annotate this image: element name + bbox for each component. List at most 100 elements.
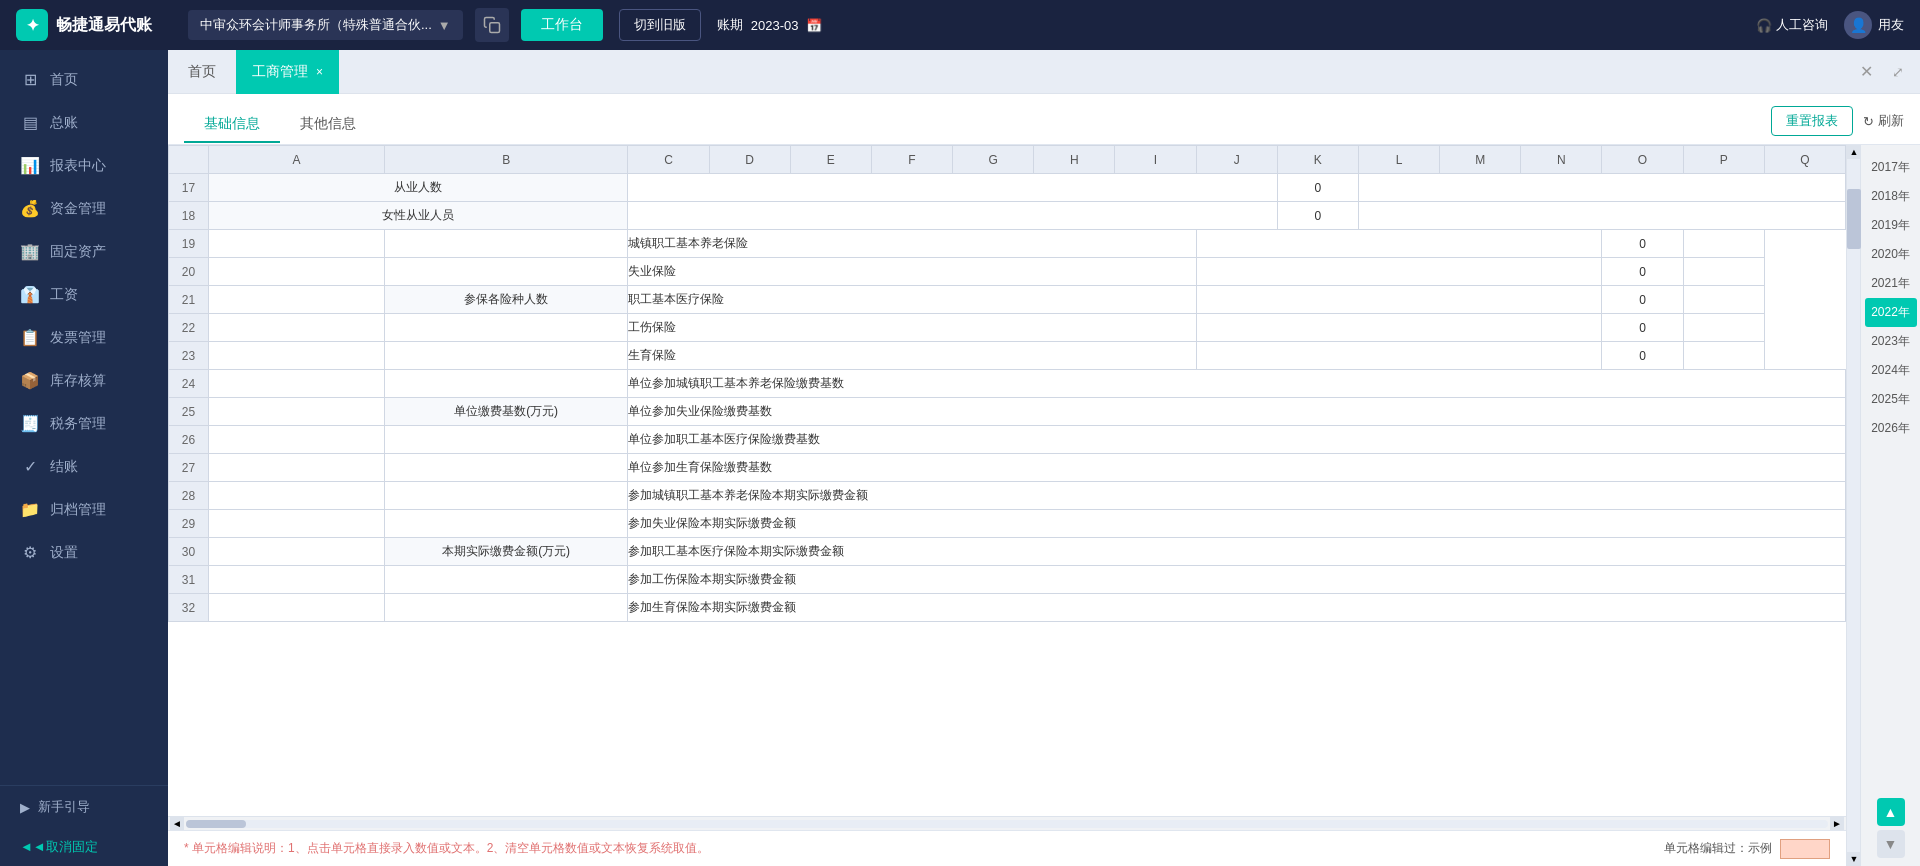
- sidebar-item-settle[interactable]: ✓结账: [0, 445, 168, 488]
- cell-row23-col1[interactable]: [384, 342, 628, 370]
- cell-row21-col0[interactable]: [209, 286, 385, 314]
- cell-row25-col0[interactable]: [209, 398, 385, 426]
- cell-row31-col1[interactable]: [384, 566, 628, 594]
- cell-row20-col5[interactable]: [1683, 258, 1764, 286]
- scroll-left-button[interactable]: ◄: [170, 817, 184, 831]
- cell-row19-col4[interactable]: 0: [1602, 230, 1683, 258]
- cell-row22-col1[interactable]: [384, 314, 628, 342]
- cell-row21-col5[interactable]: [1683, 286, 1764, 314]
- reset-report-button[interactable]: 重置报表: [1771, 106, 1853, 136]
- cell-row18-col1[interactable]: [628, 202, 1277, 230]
- cell-row20-col1[interactable]: [384, 258, 628, 286]
- cell-row30-col2[interactable]: 参加职工基本医疗保险本期实际缴费金额: [628, 538, 1846, 566]
- cell-row17-col1[interactable]: [628, 174, 1277, 202]
- cell-row23-col2[interactable]: 生育保险: [628, 342, 1196, 370]
- cell-row25-col2[interactable]: 单位参加失业保险缴费基数: [628, 398, 1846, 426]
- service-button[interactable]: 🎧 人工咨询: [1756, 16, 1828, 34]
- year-item-2022年[interactable]: 2022年: [1865, 298, 1917, 327]
- cell-row22-col0[interactable]: [209, 314, 385, 342]
- cell-row22-col5[interactable]: [1683, 314, 1764, 342]
- cell-row27-col1[interactable]: [384, 454, 628, 482]
- cell-row24-col2[interactable]: 单位参加城镇职工基本养老保险缴费基数: [628, 370, 1846, 398]
- copy-button[interactable]: [475, 8, 509, 42]
- cell-row23-col4[interactable]: 0: [1602, 342, 1683, 370]
- cell-row27-col2[interactable]: 单位参加生育保险缴费基数: [628, 454, 1846, 482]
- cell-row19-col2[interactable]: 城镇职工基本养老保险: [628, 230, 1196, 258]
- cell-row20-col0[interactable]: [209, 258, 385, 286]
- cell-row24-col1[interactable]: [384, 370, 628, 398]
- cell-row26-col0[interactable]: [209, 426, 385, 454]
- year-item-2026年[interactable]: 2026年: [1865, 414, 1917, 443]
- cell-row19-col1[interactable]: [384, 230, 628, 258]
- cell-row21-col2[interactable]: 职工基本医疗保险: [628, 286, 1196, 314]
- cell-row21-col1[interactable]: 参保各险种人数: [384, 286, 628, 314]
- scroll-down-button[interactable]: ▼: [1847, 852, 1861, 866]
- sidebar-item-funds[interactable]: 💰资金管理: [0, 187, 168, 230]
- cell-row32-col2[interactable]: 参加生育保险本期实际缴费金额: [628, 594, 1846, 622]
- cell-row22-col3[interactable]: [1196, 314, 1602, 342]
- sidebar-item-inventory[interactable]: 📦库存核算: [0, 359, 168, 402]
- cell-row29-col0[interactable]: [209, 510, 385, 538]
- sidebar-item-salary[interactable]: 👔工资: [0, 273, 168, 316]
- year-item-2024年[interactable]: 2024年: [1865, 356, 1917, 385]
- year-item-2021年[interactable]: 2021年: [1865, 269, 1917, 298]
- cell-row25-col1[interactable]: 单位缴费基数(万元): [384, 398, 628, 426]
- cell-row28-col1[interactable]: [384, 482, 628, 510]
- cell-row28-col2[interactable]: 参加城镇职工基本养老保险本期实际缴费金额: [628, 482, 1846, 510]
- cell-row17-col2[interactable]: 0: [1277, 174, 1358, 202]
- sidebar-item-reports[interactable]: 📊报表中心: [0, 144, 168, 187]
- year-item-2023年[interactable]: 2023年: [1865, 327, 1917, 356]
- sidebar-item-assets[interactable]: 🏢固定资产: [0, 230, 168, 273]
- workbench-button[interactable]: 工作台: [521, 9, 603, 41]
- cell-row26-col2[interactable]: 单位参加职工基本医疗保险缴费基数: [628, 426, 1846, 454]
- user-menu[interactable]: 👤 用友: [1844, 11, 1904, 39]
- close-button[interactable]: ✕: [1852, 58, 1880, 86]
- expand-button[interactable]: ⤢: [1884, 58, 1912, 86]
- cell-row30-col0[interactable]: [209, 538, 385, 566]
- tab-basic-info[interactable]: 基础信息: [184, 107, 280, 143]
- year-item-2020年[interactable]: 2020年: [1865, 240, 1917, 269]
- cell-row20-col2[interactable]: 失业保险: [628, 258, 1196, 286]
- cell-row19-col3[interactable]: [1196, 230, 1602, 258]
- cell-row30-col1[interactable]: 本期实际缴费金额(万元): [384, 538, 628, 566]
- cell-row24-col0[interactable]: [209, 370, 385, 398]
- sidebar-item-archive[interactable]: 📁归档管理: [0, 488, 168, 531]
- sidebar-item-invoice[interactable]: 📋发票管理: [0, 316, 168, 359]
- panel-collapse-button[interactable]: ▲: [1877, 798, 1905, 826]
- year-item-2018年[interactable]: 2018年: [1865, 182, 1917, 211]
- year-item-2025年[interactable]: 2025年: [1865, 385, 1917, 414]
- old-version-button[interactable]: 切到旧版: [619, 9, 701, 41]
- cell-row23-col5[interactable]: [1683, 342, 1764, 370]
- company-selector[interactable]: 中审众环会计师事务所（特殊普通合伙... ▼: [188, 10, 463, 40]
- spreadsheet-wrapper[interactable]: ABCDEFGHIJKLMNOPQ 17从业人数018女性从业人员019城镇职工…: [168, 145, 1846, 816]
- sidebar-item-ledger[interactable]: ▤总账: [0, 101, 168, 144]
- cell-row32-col0[interactable]: [209, 594, 385, 622]
- cell-row22-col2[interactable]: 工伤保险: [628, 314, 1196, 342]
- tab-close-icon[interactable]: ×: [316, 65, 323, 79]
- sidebar-item-settings[interactable]: ⚙设置: [0, 531, 168, 574]
- calendar-icon[interactable]: 📅: [806, 18, 822, 33]
- cell-row28-col0[interactable]: [209, 482, 385, 510]
- cell-row19-col5[interactable]: [1683, 230, 1764, 258]
- sidebar-item-tax[interactable]: 🧾税务管理: [0, 402, 168, 445]
- cell-row31-col2[interactable]: 参加工伤保险本期实际缴费金额: [628, 566, 1846, 594]
- cell-row18-col3[interactable]: [1358, 202, 1845, 230]
- sidebar-pin-button[interactable]: ◄◄取消固定: [0, 828, 168, 866]
- cell-row31-col0[interactable]: [209, 566, 385, 594]
- horizontal-scrollbar[interactable]: ◄ ►: [168, 816, 1846, 830]
- sidebar-item-home[interactable]: ⊞首页: [0, 58, 168, 101]
- year-item-2019年[interactable]: 2019年: [1865, 211, 1917, 240]
- tab-industry[interactable]: 工商管理 ×: [236, 50, 339, 94]
- tab-home[interactable]: 首页: [168, 50, 236, 94]
- cell-row27-col0[interactable]: [209, 454, 385, 482]
- cell-row17-col3[interactable]: [1358, 174, 1845, 202]
- cell-row20-col4[interactable]: 0: [1602, 258, 1683, 286]
- scroll-right-button[interactable]: ►: [1830, 817, 1844, 831]
- scroll-track-v[interactable]: [1847, 159, 1860, 852]
- cell-row23-col3[interactable]: [1196, 342, 1602, 370]
- cell-row21-col3[interactable]: [1196, 286, 1602, 314]
- year-item-2017年[interactable]: 2017年: [1865, 153, 1917, 182]
- vertical-scrollbar[interactable]: ▲ ▼: [1846, 145, 1860, 866]
- tab-other-info[interactable]: 其他信息: [280, 107, 376, 143]
- cell-row22-col4[interactable]: 0: [1602, 314, 1683, 342]
